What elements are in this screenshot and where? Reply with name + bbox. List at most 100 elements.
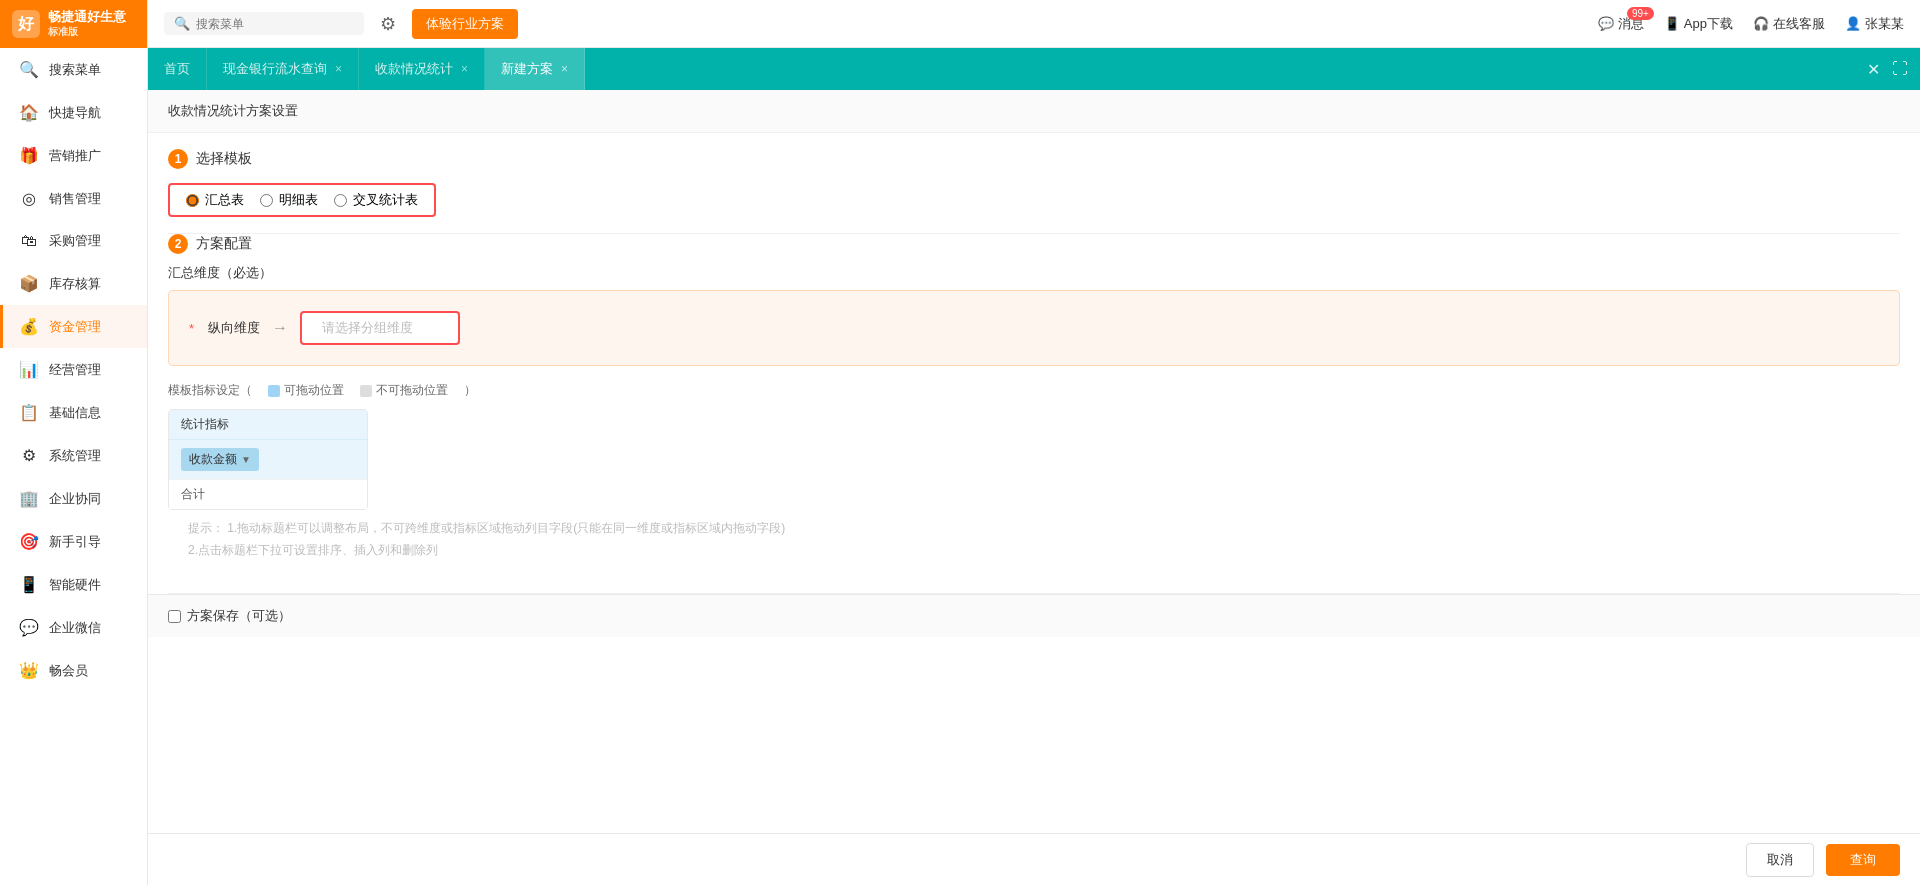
- sidebar-item-sales[interactable]: ◎ 销售管理: [0, 177, 147, 220]
- page-breadcrumb: 收款情况统计方案设置: [148, 90, 1920, 133]
- search-icon: 🔍: [19, 60, 39, 79]
- search-area[interactable]: 🔍: [164, 12, 364, 35]
- sidebar-item-basic[interactable]: 📋 基础信息: [0, 391, 147, 434]
- tab-cash-bank[interactable]: 现金银行流水查询 ×: [207, 48, 359, 90]
- hardware-icon: 📱: [19, 575, 39, 594]
- action-bar: 取消 查询: [148, 833, 1920, 885]
- service-icon: 🎧: [1753, 16, 1769, 31]
- basic-icon: 📋: [19, 403, 39, 422]
- message-icon: 💬: [1598, 16, 1614, 31]
- tab-cash-bank-close[interactable]: ×: [335, 62, 342, 76]
- draggable-dot: [268, 385, 280, 397]
- metrics-subtotal: 合计: [169, 479, 367, 509]
- dimension-arrow: →: [272, 319, 288, 337]
- user-info[interactable]: 👤 张某某: [1845, 15, 1904, 33]
- sales-icon: ◎: [19, 189, 39, 208]
- inventory-icon: 📦: [19, 274, 39, 293]
- radio-cross[interactable]: 交叉统计表: [334, 191, 418, 209]
- metrics-tag-chevron[interactable]: ▼: [241, 454, 251, 465]
- dimension-select[interactable]: 请选择分组维度: [300, 311, 460, 345]
- member-icon: 👑: [19, 661, 39, 680]
- radio-cross-input[interactable]: [334, 194, 347, 207]
- gift-icon: 🎁: [19, 146, 39, 165]
- sidebar-item-inventory[interactable]: 📦 库存核算: [0, 262, 147, 305]
- radio-summary-input[interactable]: [186, 194, 199, 207]
- template-section: 1 选择模板 汇总表 明细表 交叉统计表: [148, 133, 1920, 233]
- sidebar-item-search[interactable]: 🔍 搜索菜单: [0, 48, 147, 91]
- tab-new-plan[interactable]: 新建方案 ×: [485, 48, 585, 90]
- sidebar-item-management[interactable]: 📊 经营管理: [0, 348, 147, 391]
- nav-tabs: 首页 现金银行流水查询 × 收款情况统计 × 新建方案 × ✕ ⛶: [148, 48, 1920, 90]
- sidebar-item-purchase[interactable]: 🛍 采购管理: [0, 220, 147, 262]
- sidebar-item-member[interactable]: 👑 畅会员: [0, 649, 147, 692]
- metrics-box: 统计指标 收款金额 ▼ 合计: [168, 409, 368, 510]
- page-footer: 方案保存（可选）: [148, 594, 1920, 637]
- tab-payment-stats-close[interactable]: ×: [461, 62, 468, 76]
- home-icon: 🏠: [19, 103, 39, 122]
- radio-summary[interactable]: 汇总表: [186, 191, 244, 209]
- sidebar-item-hardware[interactable]: 📱 智能硬件: [0, 563, 147, 606]
- dimension-section-label: 汇总维度（必选）: [168, 264, 1900, 282]
- user-avatar: 👤: [1845, 16, 1861, 31]
- query-button[interactable]: 查询: [1826, 844, 1900, 876]
- trial-button[interactable]: 体验行业方案: [412, 9, 518, 39]
- gear-button[interactable]: ⚙: [380, 13, 396, 35]
- save-option-input[interactable]: [168, 610, 181, 623]
- tip-1: 提示： 1.拖动标题栏可以调整布局，不可跨维度或指标区域拖动列目字段(只能在同一…: [188, 518, 1880, 540]
- logo-icon: 好: [12, 10, 40, 38]
- purchase-icon: 🛍: [19, 232, 39, 250]
- download-button[interactable]: 📱 App下载: [1664, 15, 1733, 33]
- metrics-tag-payment[interactable]: 收款金额 ▼: [181, 448, 259, 471]
- content-inner: 收款情况统计方案设置 1 选择模板 汇总表 明细表: [148, 90, 1920, 833]
- top-header: 🔍 ⚙ 体验行业方案 💬 消息 99+ 📱 App下载 🎧 在线客服 👤 张某某: [148, 0, 1920, 48]
- nav-close-all-button[interactable]: ✕: [1867, 60, 1880, 79]
- sidebar-item-wechat[interactable]: 💬 企业微信: [0, 606, 147, 649]
- nav-expand-button[interactable]: ⛶: [1892, 60, 1908, 78]
- sidebar-item-enterprise[interactable]: 🏢 企业协同: [0, 477, 147, 520]
- management-icon: 📊: [19, 360, 39, 379]
- header-actions: 💬 消息 99+ 📱 App下载 🎧 在线客服 👤 张某某: [1598, 15, 1904, 33]
- logo-text: 畅捷通好生意 标准版: [48, 9, 126, 39]
- tip-2: 2.点击标题栏下拉可设置排序、插入列和删除列: [188, 540, 1880, 562]
- nav-actions: ✕ ⛶: [1855, 48, 1920, 90]
- sidebar-item-system[interactable]: ⚙ 系统管理: [0, 434, 147, 477]
- template-options-box: 汇总表 明细表 交叉统计表: [168, 183, 436, 217]
- tips-section: 提示： 1.拖动标题栏可以调整布局，不可跨维度或指标区域拖动列目字段(只能在同一…: [168, 510, 1900, 577]
- download-icon: 📱: [1664, 16, 1680, 31]
- metrics-close-paren: ）: [464, 382, 476, 399]
- section2-title: 2 方案配置: [168, 234, 1900, 254]
- main-area: 🔍 ⚙ 体验行业方案 💬 消息 99+ 📱 App下载 🎧 在线客服 👤 张某某: [148, 0, 1920, 885]
- system-icon: ⚙: [19, 446, 39, 465]
- sidebar: 好 畅捷通好生意 标准版 🔍 搜索菜单 🏠 快捷导航 🎁 营销推广 ◎ 销售管理…: [0, 0, 148, 885]
- sidebar-item-finance[interactable]: 💰 资金管理: [0, 305, 147, 348]
- radio-detail[interactable]: 明细表: [260, 191, 318, 209]
- wechat-icon: 💬: [19, 618, 39, 637]
- draggable-legend: 可拖动位置: [268, 382, 344, 399]
- sidebar-item-guide[interactable]: 🎯 新手引导: [0, 520, 147, 563]
- app-logo: 好 畅捷通好生意 标准版: [0, 0, 147, 48]
- save-option-checkbox[interactable]: 方案保存（可选）: [168, 607, 291, 625]
- search-input[interactable]: [196, 17, 326, 31]
- metrics-label: 模板指标设定（: [168, 382, 252, 399]
- metrics-config: 模板指标设定（ 可拖动位置 不可拖动位置 ） 统计指标: [168, 382, 1900, 510]
- dimension-row: * 纵向维度 → 请选择分组维度: [189, 311, 1879, 345]
- dimension-area: * 纵向维度 → 请选择分组维度: [168, 290, 1900, 366]
- required-indicator: *: [189, 321, 194, 336]
- cancel-button[interactable]: 取消: [1746, 843, 1814, 877]
- metrics-header: 统计指标: [169, 410, 367, 440]
- message-button[interactable]: 💬 消息 99+: [1598, 15, 1644, 33]
- tab-home[interactable]: 首页: [148, 48, 207, 90]
- config-section: 2 方案配置 汇总维度（必选） * 纵向维度 → 请选择分组维度: [148, 234, 1920, 593]
- service-button[interactable]: 🎧 在线客服: [1753, 15, 1825, 33]
- search-icon-header: 🔍: [174, 16, 190, 31]
- drag-legend: 模板指标设定（ 可拖动位置 不可拖动位置 ）: [168, 382, 1900, 399]
- tab-payment-stats[interactable]: 收款情况统计 ×: [359, 48, 485, 90]
- sidebar-item-marketing[interactable]: 🎁 营销推广: [0, 134, 147, 177]
- sidebar-item-quick-nav[interactable]: 🏠 快捷导航: [0, 91, 147, 134]
- fixed-dot: [360, 385, 372, 397]
- finance-icon: 💰: [19, 317, 39, 336]
- radio-detail-input[interactable]: [260, 194, 273, 207]
- tab-new-plan-close[interactable]: ×: [561, 62, 568, 76]
- enterprise-icon: 🏢: [19, 489, 39, 508]
- fixed-legend: 不可拖动位置: [360, 382, 448, 399]
